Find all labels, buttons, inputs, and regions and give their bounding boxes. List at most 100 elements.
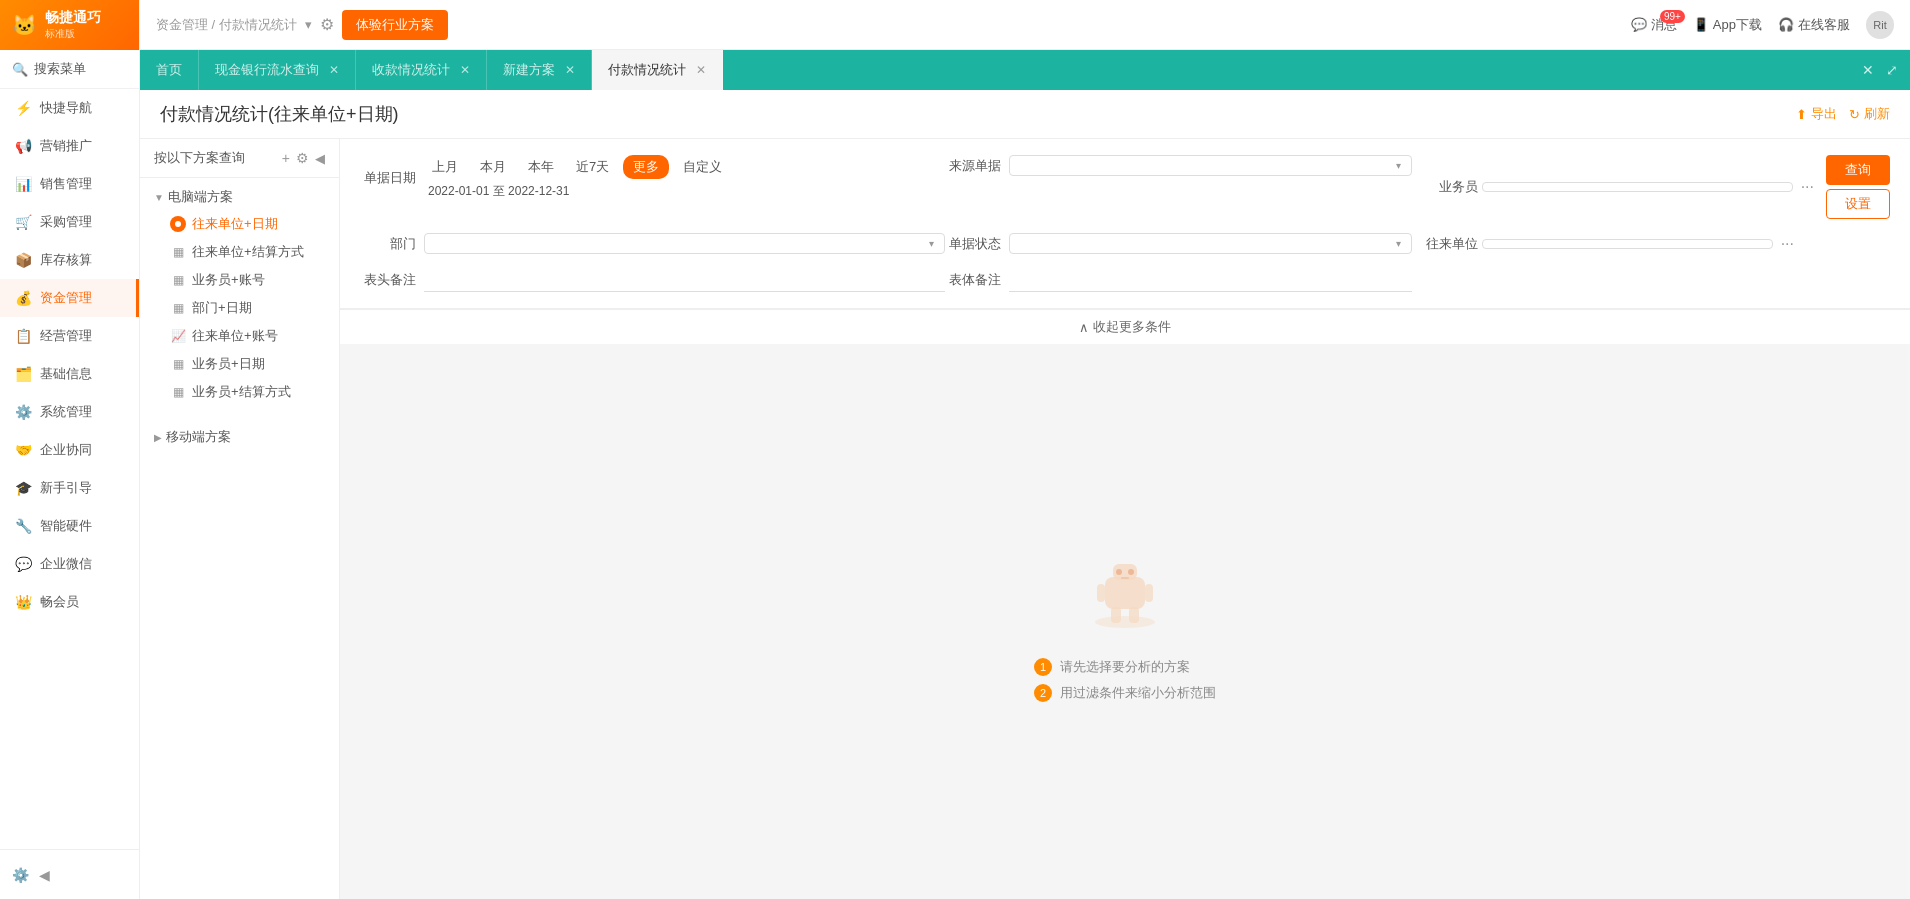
tab-payments-label: 付款情况统计 — [608, 61, 686, 79]
dept-select[interactable]: ▾ — [424, 233, 945, 254]
scheme-mobile-header[interactable]: ▶ 移动端方案 — [154, 424, 325, 450]
status-dropdown-icon: ▾ — [1396, 238, 1401, 249]
date-last-7[interactable]: 近7天 — [568, 155, 617, 179]
table-body-note-input[interactable] — [1009, 268, 1413, 292]
export-icon: ⬆ — [1796, 107, 1807, 122]
scheme-item-staff-date[interactable]: ▦ 业务员+日期 — [162, 350, 325, 378]
tab-new-scheme-close[interactable]: ✕ — [565, 63, 575, 77]
tab-close-all-icon[interactable]: ✕ — [1862, 62, 1874, 78]
sidebar-item-label: 新手引导 — [40, 479, 92, 497]
sidebar-item-label: 销售管理 — [40, 175, 92, 193]
gear-icon: ⚙️ — [14, 403, 32, 421]
search-icon: 🔍 — [12, 62, 28, 77]
app-download-button[interactable]: 📱 App下载 — [1693, 16, 1762, 34]
collapse-more-button[interactable]: ∧ 收起更多条件 — [340, 309, 1910, 344]
staff-select[interactable] — [1482, 182, 1792, 192]
date-more[interactable]: 更多 — [623, 155, 669, 179]
tab-new-scheme[interactable]: 新建方案 ✕ — [487, 50, 592, 90]
chart-scheme-icon: 📈 — [170, 328, 186, 344]
partner-dots[interactable]: ··· — [1781, 235, 1794, 253]
sidebar-footer-collapse[interactable]: ◀ — [39, 867, 50, 883]
sidebar-search[interactable]: 🔍 搜索菜单 — [0, 50, 139, 89]
sidebar-item-caigou[interactable]: 🛒 采购管理 — [0, 203, 139, 241]
date-this-year[interactable]: 本年 — [520, 155, 562, 179]
source-select[interactable]: ▾ — [1009, 155, 1413, 176]
sidebar-item-kuaijie[interactable]: ⚡ 快捷导航 — [0, 89, 139, 127]
svg-rect-6 — [1097, 584, 1105, 602]
scheme-item-partner-account[interactable]: 📈 往来单位+账号 — [162, 322, 325, 350]
status-select[interactable]: ▾ — [1009, 233, 1413, 254]
empty-state: 1 请先选择要分析的方案 2 用过滤条件来缩小分析范围 — [340, 344, 1910, 899]
scheme-item-partner-settle[interactable]: ▦ 往来单位+结算方式 — [162, 238, 325, 266]
main-panel: 按以下方案查询 + ⚙ ◀ ▼ 电脑端方案 往来单 — [140, 139, 1910, 899]
sidebar-footer-settings[interactable]: ⚙️ — [12, 867, 29, 883]
scheme-add-button[interactable]: + — [282, 150, 290, 166]
sidebar-item-zijin[interactable]: 💰 资金管理 — [0, 279, 139, 317]
partner-select[interactable] — [1482, 239, 1772, 249]
svg-rect-8 — [1111, 607, 1121, 623]
top-header: 资金管理 / 付款情况统计 ▾ ⚙ 体验行业方案 💬 消息 99+ 📱 App下… — [140, 0, 1910, 50]
notification-button[interactable]: 💬 消息 99+ — [1631, 16, 1677, 34]
tab-payments[interactable]: 付款情况统计 ✕ — [592, 50, 723, 90]
sidebar-item-jichu[interactable]: 🗂️ 基础信息 — [0, 355, 139, 393]
staff-dots[interactable]: ··· — [1801, 178, 1814, 196]
chevron-right-icon: ▶ — [154, 432, 162, 443]
scheme-item-staff-settle[interactable]: ▦ 业务员+结算方式 — [162, 378, 325, 406]
app-download-label: App下载 — [1713, 16, 1762, 34]
date-last-month[interactable]: 上月 — [424, 155, 466, 179]
online-service-button[interactable]: 🎧 在线客服 — [1778, 16, 1850, 34]
settings-button[interactable]: 设置 — [1826, 189, 1890, 219]
flash-icon: ⚡ — [14, 99, 32, 117]
tab-bar: 首页 现金银行流水查询 ✕ 收款情况统计 ✕ 新建方案 ✕ 付款情况统计 ✕ ✕… — [140, 50, 1910, 90]
sidebar-logo: 畅捷通巧 — [45, 9, 101, 27]
staff-label: 业务员 — [1422, 178, 1478, 196]
query-button[interactable]: 查询 — [1826, 155, 1890, 185]
scheme-item-partner-date[interactable]: 往来单位+日期 — [162, 210, 325, 238]
svg-point-0 — [1095, 616, 1155, 628]
scheme-collapse-button[interactable]: ◀ — [315, 151, 325, 166]
tab-bank-close[interactable]: ✕ — [329, 63, 339, 77]
tab-bar-actions: ✕ ⤢ — [1850, 50, 1910, 90]
tab-receipts-close[interactable]: ✕ — [460, 63, 470, 77]
table-header-note-input[interactable] — [424, 268, 945, 292]
sidebar-item-chang[interactable]: 👑 畅会员 — [0, 583, 139, 621]
date-custom[interactable]: 自定义 — [675, 155, 730, 179]
tab-receipts[interactable]: 收款情况统计 ✕ — [356, 50, 487, 90]
scheme-item-label: 部门+日期 — [192, 299, 252, 317]
export-button[interactable]: ⬆ 导出 — [1796, 105, 1837, 123]
sidebar-item-label: 采购管理 — [40, 213, 92, 231]
scheme-desktop-header[interactable]: ▼ 电脑端方案 — [154, 184, 325, 210]
chat-icon: 💬 — [14, 555, 32, 573]
chevron-up-icon: ∧ — [1079, 320, 1089, 335]
sidebar-item-qiye[interactable]: 🤝 企业协同 — [0, 431, 139, 469]
tab-bank[interactable]: 现金银行流水查询 ✕ — [199, 50, 356, 90]
clipboard-icon: 📋 — [14, 327, 32, 345]
sidebar-item-label: 快捷导航 — [40, 99, 92, 117]
partner-label: 往来单位 — [1422, 235, 1478, 253]
refresh-button[interactable]: ↻ 刷新 — [1849, 105, 1890, 123]
sidebar-header: 🐱 畅捷通巧 标准版 — [0, 0, 139, 50]
tab-maximize-icon[interactable]: ⤢ — [1886, 62, 1898, 78]
sidebar-item-xinshou[interactable]: 🎓 新手引导 — [0, 469, 139, 507]
date-this-month[interactable]: 本月 — [472, 155, 514, 179]
mobile-category-label: 移动端方案 — [166, 428, 231, 446]
trial-button[interactable]: 体验行业方案 — [342, 10, 448, 40]
sidebar-item-yingxiao[interactable]: 📢 营销推广 — [0, 127, 139, 165]
header-settings-icon[interactable]: ⚙ — [320, 15, 334, 34]
scheme-item-dept-date[interactable]: ▦ 部门+日期 — [162, 294, 325, 322]
sidebar-item-jingying[interactable]: 📋 经营管理 — [0, 317, 139, 355]
sidebar-item-weixin[interactable]: 💬 企业微信 — [0, 545, 139, 583]
sidebar-item-kucun[interactable]: 📦 库存核算 — [0, 241, 139, 279]
scheme-settings-button[interactable]: ⚙ — [296, 150, 309, 166]
sidebar-item-xitong[interactable]: ⚙️ 系统管理 — [0, 393, 139, 431]
user-avatar[interactable]: Rit — [1866, 11, 1894, 39]
sidebar-item-zhineng[interactable]: 🔧 智能硬件 — [0, 507, 139, 545]
breadcrumb-dropdown-icon[interactable]: ▾ — [305, 17, 312, 32]
refresh-label: 刷新 — [1864, 105, 1890, 123]
sidebar-item-xiaoshou[interactable]: 📊 销售管理 — [0, 165, 139, 203]
scheme-item-staff-account[interactable]: ▦ 业务员+账号 — [162, 266, 325, 294]
sidebar-search-label: 搜索菜单 — [34, 60, 86, 78]
tab-home[interactable]: 首页 — [140, 50, 199, 90]
scheme-item-label: 业务员+账号 — [192, 271, 265, 289]
tab-payments-close[interactable]: ✕ — [696, 63, 706, 77]
